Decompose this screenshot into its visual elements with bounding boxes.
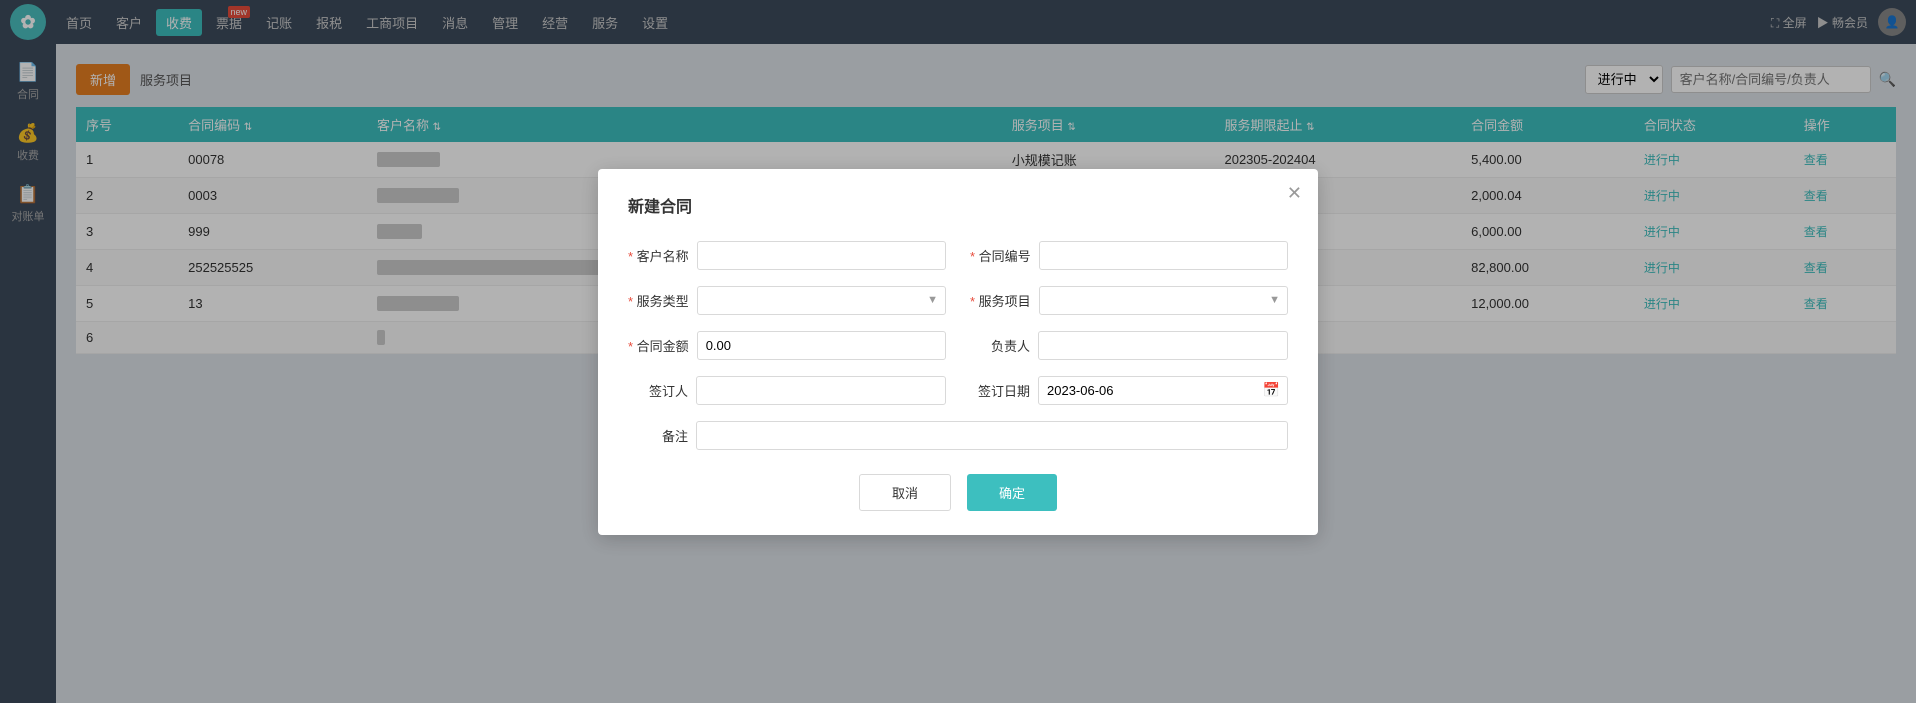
contract-no-input[interactable] <box>1039 241 1288 270</box>
responsible-group: 负责人 <box>970 331 1288 360</box>
amount-label: 合同金额 <box>628 336 689 355</box>
service-type-select[interactable] <box>697 286 946 315</box>
remark-input[interactable] <box>696 421 1288 450</box>
responsible-label: 负责人 <box>970 336 1030 355</box>
remark-group: 备注 <box>628 421 1288 450</box>
amount-group: 合同金额 <box>628 331 946 360</box>
contract-no-label: 合同编号 <box>970 246 1031 265</box>
service-item-group: 服务项目 ▼ <box>970 286 1288 315</box>
contract-no-group: 合同编号 <box>970 241 1288 270</box>
cancel-button[interactable]: 取消 <box>859 474 951 511</box>
service-item-select[interactable] <box>1039 286 1288 315</box>
new-contract-modal: ✕ 新建合同 客户名称 合同编号 服务类型 ▼ 服务项目 <box>598 169 1318 535</box>
modal-form: 客户名称 合同编号 服务类型 ▼ 服务项目 ▼ <box>628 241 1288 450</box>
confirm-button[interactable]: 确定 <box>967 474 1057 511</box>
service-type-label: 服务类型 <box>628 291 689 310</box>
client-name-input[interactable] <box>697 241 946 270</box>
signer-input[interactable] <box>696 376 946 405</box>
service-item-wrapper: ▼ <box>1039 286 1288 315</box>
modal-footer: 取消 确定 <box>628 474 1288 511</box>
modal-close-button[interactable]: ✕ <box>1287 183 1302 204</box>
sign-date-wrapper: 📅 <box>1038 376 1288 405</box>
modal-overlay: ✕ 新建合同 客户名称 合同编号 服务类型 ▼ 服务项目 <box>0 0 1916 703</box>
client-label: 客户名称 <box>628 246 689 265</box>
service-type-group: 服务类型 ▼ <box>628 286 946 315</box>
modal-title: 新建合同 <box>628 193 1288 217</box>
sign-date-label: 签订日期 <box>970 381 1030 400</box>
service-item-label: 服务项目 <box>970 291 1031 310</box>
amount-input[interactable] <box>697 331 946 360</box>
service-type-wrapper: ▼ <box>697 286 946 315</box>
remark-label: 备注 <box>628 426 688 445</box>
sign-date-group: 签订日期 📅 <box>970 376 1288 405</box>
responsible-input[interactable] <box>1038 331 1288 360</box>
calendar-icon[interactable]: 📅 <box>1263 382 1280 399</box>
signer-label: 签订人 <box>628 381 688 400</box>
client-name-group: 客户名称 <box>628 241 946 270</box>
signer-group: 签订人 <box>628 376 946 405</box>
sign-date-input[interactable] <box>1038 376 1288 405</box>
